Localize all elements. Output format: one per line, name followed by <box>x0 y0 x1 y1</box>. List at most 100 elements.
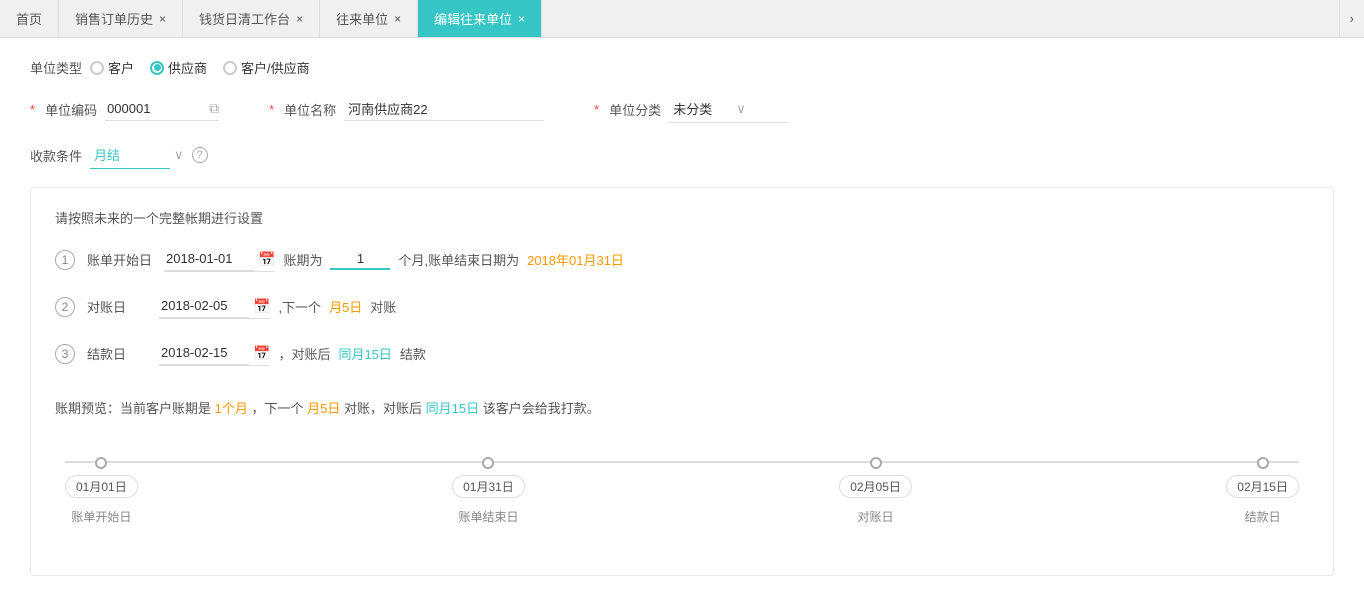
point-dot-1 <box>482 457 494 469</box>
timeline-point-1: 01月31日 账单结束日 <box>452 457 525 525</box>
point-desc-1: 账单结束日 <box>458 508 518 525</box>
unit-code-copy-icon[interactable]: ⧉ <box>209 100 219 117</box>
preview-part2: 月5日 <box>307 401 340 416</box>
step-row-1: 1 账单开始日 📅 账期为 个月,账单结束日期为 2018年01月31日 <box>55 247 1309 272</box>
tabs-bar: 首页 销售订单历史 × 钱货日清工作台 × 往来单位 × 编辑往来单位 × › <box>0 0 1364 38</box>
unit-info-row: * 单位编码 ⧉ * 单位名称 * 单位分类 未分类 ∨ <box>30 95 1334 123</box>
point-dot-0 <box>95 457 107 469</box>
period-settings-section: 请按照未来的一个完整帐期进行设置 1 账单开始日 📅 账期为 个月,账单结束日期… <box>30 187 1334 576</box>
payment-group: 收款条件 月结 ∨ ? <box>30 141 208 169</box>
preview-part1: 1个月 <box>215 401 248 416</box>
radio-supplier-circle <box>150 61 164 75</box>
preview-end: 该客户会给我打款。 <box>483 401 600 416</box>
radio-customer-label: 客户 <box>108 58 134 77</box>
step2-suffix: 对账 <box>370 297 396 316</box>
tab-cash-work[interactable]: 钱货日清工作台 × <box>183 0 320 37</box>
step1-period-input[interactable] <box>330 249 390 270</box>
step1-date-input[interactable] <box>164 247 254 271</box>
tab-sales-history-label: 销售订单历史 <box>75 9 153 28</box>
step2-date-input[interactable] <box>159 294 249 318</box>
point-date-2: 02月05日 <box>839 475 912 498</box>
preview-part3: 同月15日 <box>426 401 479 416</box>
radio-customer-circle <box>90 61 104 75</box>
unit-category-required: * <box>594 102 599 117</box>
timeline-point-0: 01月01日 账单开始日 <box>65 457 138 525</box>
radio-both-label: 客户/供应商 <box>241 58 310 77</box>
step-label-2: 对账日 <box>87 297 147 316</box>
unit-name-label: 单位名称 <box>284 100 336 119</box>
unit-code-required: * <box>30 102 35 117</box>
tab-sales-history-close[interactable]: × <box>159 13 166 25</box>
payment-chevron-down-icon: ∨ <box>174 147 184 163</box>
point-desc-3: 结款日 <box>1245 508 1281 525</box>
step3-prefix: ，对账后 <box>278 344 330 363</box>
tab-cash-work-close[interactable]: × <box>296 13 303 25</box>
step3-calendar-icon[interactable]: 📅 <box>253 345 270 362</box>
unit-name-group: * 单位名称 <box>269 97 544 121</box>
radio-both-circle <box>223 61 237 75</box>
step1-calendar-icon[interactable]: 📅 <box>258 251 275 268</box>
point-desc-2: 对账日 <box>858 508 894 525</box>
step-label-3: 结款日 <box>87 344 147 363</box>
timeline-point-3: 02月15日 结款日 <box>1226 457 1299 525</box>
chevron-right-icon: › <box>1350 11 1354 26</box>
unit-category-select[interactable]: 未分类 ∨ <box>669 95 789 123</box>
step1-date-wrapper: 📅 <box>164 247 275 272</box>
radio-customer[interactable]: 客户 <box>90 58 134 77</box>
preview-sep1: ，下一个 <box>252 401 304 416</box>
point-date-0: 01月01日 <box>65 475 138 498</box>
step3-date-input[interactable] <box>159 341 249 365</box>
step2-calendar-icon[interactable]: 📅 <box>253 298 270 315</box>
payment-select[interactable]: 月结 ∨ <box>90 141 184 169</box>
tabs-more-button[interactable]: › <box>1339 0 1364 37</box>
step-row-2: 2 对账日 📅 ,下一个 月5日 对账 <box>55 294 1309 319</box>
tab-partner-close[interactable]: × <box>394 13 401 25</box>
step2-prefix: ,下一个 <box>278 297 321 316</box>
step-content-1: 📅 账期为 个月,账单结束日期为 2018年01月31日 <box>164 247 624 272</box>
unit-type-radio-group: 客户 供应商 客户/供应商 <box>90 58 310 77</box>
radio-supplier[interactable]: 供应商 <box>150 58 207 77</box>
tab-home[interactable]: 首页 <box>0 0 59 37</box>
step2-date-wrapper: 📅 <box>159 294 270 319</box>
preview-label: 账期预览：当前客户账期是 <box>55 401 211 416</box>
tab-sales-history[interactable]: 销售订单历史 × <box>59 0 183 37</box>
help-icon[interactable]: ? <box>192 147 208 163</box>
unit-name-required: * <box>269 102 274 117</box>
tab-edit-partner[interactable]: 编辑往来单位 × <box>418 0 542 37</box>
timeline-container: 01月01日 账单开始日 01月31日 账单结束日 02月05日 对账日 02月… <box>65 441 1299 555</box>
step3-suffix: 结款 <box>400 344 426 363</box>
timeline-point-2: 02月05日 对账日 <box>839 457 912 525</box>
tab-partner-label: 往来单位 <box>336 9 388 28</box>
step1-period-unit: 个月,账单结束日期为 <box>398 250 519 269</box>
payment-row: 收款条件 月结 ∨ ? <box>30 141 1334 169</box>
tab-cash-work-label: 钱货日清工作台 <box>199 9 290 28</box>
step-row-3: 3 结款日 📅 ，对账后 同月15日 结款 <box>55 341 1309 366</box>
step-content-2: 📅 ,下一个 月5日 对账 <box>159 294 396 319</box>
tab-partner[interactable]: 往来单位 × <box>320 0 418 37</box>
step-num-1: 1 <box>55 250 75 270</box>
step1-end-date: 2018年01月31日 <box>527 250 624 269</box>
unit-code-input[interactable] <box>105 97 205 120</box>
tab-edit-partner-close[interactable]: × <box>518 13 525 25</box>
step3-day-highlight: 同月15日 <box>338 344 391 363</box>
step1-suffix: 账期为 <box>283 250 322 269</box>
point-desc-0: 账单开始日 <box>71 508 131 525</box>
unit-name-input[interactable] <box>344 97 544 121</box>
preview-sep2: 对账，对账后 <box>344 401 422 416</box>
unit-category-group: * 单位分类 未分类 ∨ <box>594 95 789 123</box>
timeline-points: 01月01日 账单开始日 01月31日 账单结束日 02月05日 对账日 02月… <box>65 457 1299 525</box>
step-num-2: 2 <box>55 297 75 317</box>
chevron-down-icon: ∨ <box>736 101 746 117</box>
preview-text: 账期预览：当前客户账期是 1个月 ，下一个 月5日 对账，对账后 同月15日 该… <box>55 388 1309 417</box>
unit-code-input-wrapper: ⧉ <box>105 97 219 121</box>
radio-both[interactable]: 客户/供应商 <box>223 58 310 77</box>
point-dot-3 <box>1257 457 1269 469</box>
main-content: 单位类型 客户 供应商 客户/供应商 * 单位编码 <box>0 38 1364 616</box>
step-content-3: 📅 ，对账后 同月15日 结款 <box>159 341 426 366</box>
step2-day-highlight: 月5日 <box>329 297 362 316</box>
payment-label: 收款条件 <box>30 146 82 165</box>
unit-category-label: 单位分类 <box>609 100 661 119</box>
unit-type-group: 单位类型 客户 供应商 客户/供应商 <box>30 58 310 77</box>
point-dot-2 <box>870 457 882 469</box>
unit-type-row: 单位类型 客户 供应商 客户/供应商 <box>30 58 1334 77</box>
